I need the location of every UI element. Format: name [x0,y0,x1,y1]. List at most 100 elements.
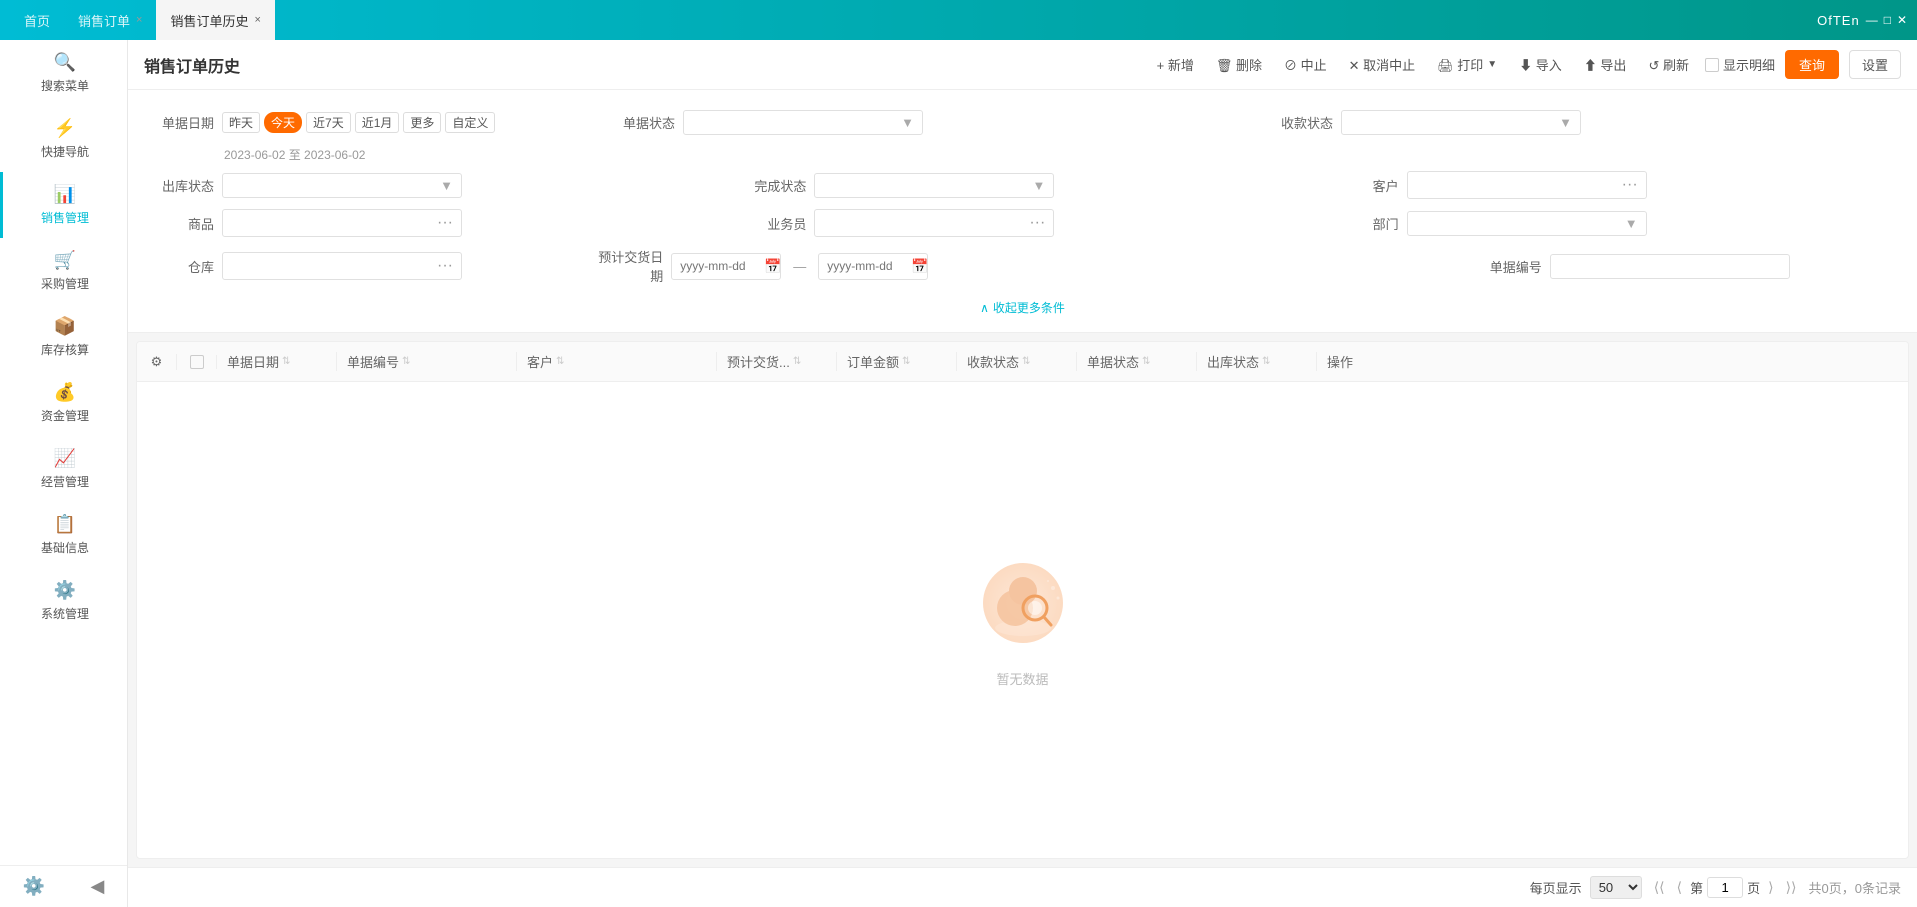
stock-out-input[interactable] [231,178,436,193]
sidebar-item-sales[interactable]: 📊 销售管理 [0,172,127,238]
chevron-up-icon: ∧ [980,301,989,315]
table-settings-icon[interactable]: ⚙ [151,354,163,370]
cancel-stop-button[interactable]: ✕ 取消中止 [1343,51,1422,78]
page-first-button[interactable]: ⟨⟨ [1650,877,1669,898]
th-checkbox[interactable] [177,355,217,369]
page-prev-button[interactable]: ⟨ [1673,877,1686,898]
date-range-display: 2023-06-02 至 2023-06-02 [224,148,365,162]
th-doc-status[interactable]: 单据状态 ⇅ [1077,352,1197,371]
sidebar-settings-icon[interactable]: ⚙️ [23,876,45,897]
stock-out-select[interactable]: ▼ [222,173,462,198]
warehouse-dots-icon[interactable]: ··· [437,257,453,275]
dept-select[interactable]: ▼ [1407,211,1647,236]
print-button[interactable]: 🖨 打印 ▼ [1431,51,1503,78]
sidebar-item-basic-info[interactable]: 📋 基础信息 [0,502,127,568]
order-num-select[interactable] [1550,254,1790,279]
customer-select[interactable]: ··· [1407,171,1647,199]
date-buttons: 昨天 今天 近7天 近1月 更多 自定义 [222,112,495,133]
sidebar-item-inventory[interactable]: 📦 库存核算 [0,304,127,370]
salesperson-input[interactable] [823,216,1025,231]
window-close-icon[interactable]: ✕ [1897,13,1907,27]
status-input[interactable] [692,115,897,130]
date-label: 单据日期 [144,113,214,132]
display-checkbox[interactable] [1705,58,1719,72]
date-btn-yesterday[interactable]: 昨天 [222,112,260,133]
goods-select[interactable]: ··· [222,209,462,237]
collapse-button[interactable]: ∧ 收起更多条件 [144,295,1901,320]
tab-close-sales-order[interactable]: × [136,14,142,26]
th-delivery[interactable]: 预计交货... ⇅ [717,352,837,371]
complete-select[interactable]: ▼ [814,173,1054,198]
th-settings[interactable]: ⚙ [137,354,177,370]
stop-button[interactable]: ⊘ 中止 [1278,51,1333,78]
tab-sales-order-history[interactable]: 销售订单历史 × [156,0,274,40]
sidebar-item-system[interactable]: ⚙️ 系统管理 [0,568,127,634]
delivery-end-input[interactable]: 📅 [818,253,928,280]
settings-button[interactable]: 设置 [1849,50,1901,79]
gear-icon: ⚙️ [54,580,76,601]
page-last-button[interactable]: ⟩⟩ [1782,877,1801,898]
export-button[interactable]: ⬆ 导出 [1578,51,1633,78]
salesperson-select[interactable]: ··· [814,209,1054,237]
tab-close-history[interactable]: × [254,14,260,26]
sidebar-item-quick-nav[interactable]: ⚡ 快捷导航 [0,106,127,172]
sort-status-icon: ⇅ [1142,356,1150,367]
tab-sales-order[interactable]: 销售订单 × [64,0,156,40]
date-btn-custom[interactable]: 自定义 [445,112,495,133]
th-amount[interactable]: 订单金额 ⇅ [837,352,957,371]
filter-cell-date: 单据日期 昨天 今天 近7天 近1月 更多 自定义 [144,112,564,133]
page-label: 第 [1690,878,1703,897]
import-button[interactable]: ⬇ 导入 [1513,51,1568,78]
sidebar-item-search[interactable]: 🔍 搜索菜单 [0,40,127,106]
th-stock-status[interactable]: 出库状态 ⇅ [1197,352,1317,371]
th-customer[interactable]: 客户 ⇅ [517,352,717,371]
refresh-button[interactable]: ↺ 刷新 [1642,51,1695,78]
delivery-end-field[interactable] [827,259,907,273]
date-btn-today[interactable]: 今天 [264,112,302,133]
filter-row-3: 商品 ··· 业务员 ··· 部门 [144,209,1901,237]
receive-select[interactable]: ▼ [1341,110,1581,135]
window-minimize-icon[interactable]: — [1866,13,1878,27]
th-num[interactable]: 单据编号 ⇅ [337,352,517,371]
query-button[interactable]: 查询 [1785,50,1839,79]
per-page-select[interactable]: 10 20 50 100 [1590,876,1642,899]
complete-input[interactable] [823,178,1028,193]
filter-cell-warehouse: 仓库 ··· [144,252,573,280]
sidebar-item-operations[interactable]: 📈 经营管理 [0,436,127,502]
sidebar-item-purchase[interactable]: 🛒 采购管理 [0,238,127,304]
filter-row-1: 单据日期 昨天 今天 近7天 近1月 更多 自定义 单据状态 [144,102,1901,142]
status-select[interactable]: ▼ [683,110,923,135]
th-date[interactable]: 单据日期 ⇅ [217,352,337,371]
select-all-checkbox[interactable] [190,355,204,369]
delivery-start-input[interactable]: 📅 [671,253,781,280]
dept-dropdown-icon: ▼ [1625,216,1638,231]
warehouse-select[interactable]: ··· [222,252,462,280]
salesperson-dots-icon[interactable]: ··· [1029,214,1045,232]
page-next-button[interactable]: ⟩ [1764,877,1777,898]
date-btn-1month[interactable]: 近1月 [355,112,400,133]
sidebar-collapse-icon[interactable]: ◀ [90,876,104,897]
receive-input[interactable] [1350,115,1555,130]
sort-customer-icon: ⇅ [556,356,564,367]
goods-input[interactable] [231,216,433,231]
tab-home[interactable]: 首页 [10,0,64,40]
customer-input[interactable] [1416,178,1618,193]
delete-button[interactable]: 🗑 删除 [1210,51,1268,78]
date-btn-7days[interactable]: 近7天 [306,112,351,133]
sidebar-item-finance[interactable]: 💰 资金管理 [0,370,127,436]
new-button[interactable]: + 新增 [1151,51,1200,78]
window-maximize-icon[interactable]: □ [1884,13,1891,27]
sort-date-icon: ⇅ [282,356,290,367]
page-number-input[interactable] [1707,877,1743,898]
top-bar-right: OfTEn — □ ✕ [1817,13,1917,28]
dept-input[interactable] [1416,216,1621,231]
goods-dots-icon[interactable]: ··· [437,214,453,232]
delivery-start-field[interactable] [680,259,760,273]
delivery-date-label: 预计交货日期 [593,247,663,285]
order-num-input[interactable] [1559,259,1781,274]
display-toggle[interactable]: 显示明细 [1705,55,1775,74]
warehouse-input[interactable] [231,259,433,274]
th-receive-status[interactable]: 收款状态 ⇅ [957,352,1077,371]
customer-dots-icon[interactable]: ··· [1622,176,1638,194]
date-btn-more[interactable]: 更多 [403,112,441,133]
